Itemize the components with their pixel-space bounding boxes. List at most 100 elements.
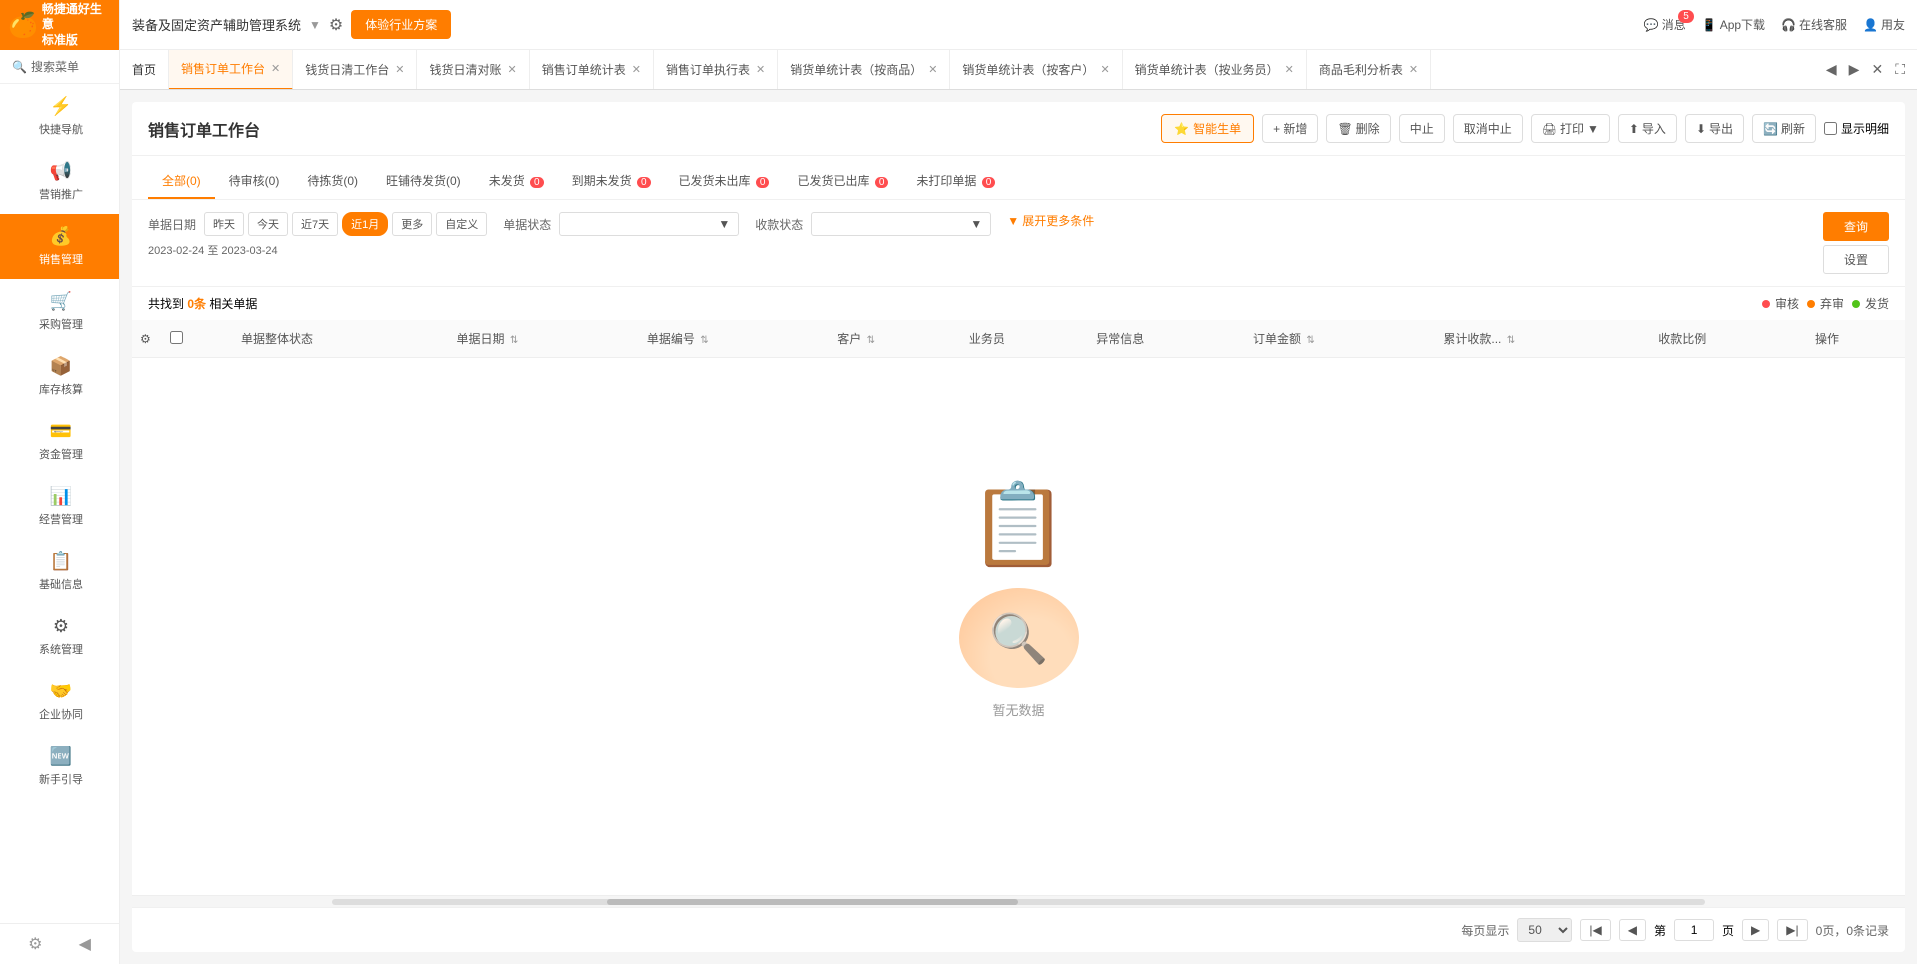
tab-close-icon[interactable]: ✕ (1100, 63, 1109, 76)
page-next-btn[interactable]: ▶ (1742, 919, 1769, 941)
tab-sale-product[interactable]: 销货单统计表（按商品） ✕ (778, 50, 950, 90)
sidebar-item-operations[interactable]: 📊 经营管理 (0, 474, 119, 539)
date-yesterday-btn[interactable]: 昨天 (204, 212, 244, 236)
date-more-btn[interactable]: 更多 (392, 212, 432, 236)
message-button[interactable]: 💬 消息 5 (1643, 16, 1685, 33)
sort-icon[interactable]: ⇅ (1306, 335, 1314, 346)
sort-icon[interactable]: ⇅ (510, 335, 518, 346)
ship-action-btn[interactable]: 发货 (1852, 295, 1889, 312)
tab-prev-btn[interactable]: ◀ (1822, 59, 1841, 80)
system-settings-icon[interactable]: ⚙ (329, 15, 343, 35)
sidebar-item-system[interactable]: ⚙ 系统管理 (0, 604, 119, 669)
tab-close-icon[interactable]: ✕ (508, 63, 517, 76)
filter-tab-shipped-out[interactable]: 已发货已出库 0 (783, 164, 902, 199)
sidebar-item-quick-nav[interactable]: ⚡ 快捷导航 (0, 84, 119, 149)
sidebar-collapse-btn[interactable]: ◀ (79, 934, 91, 954)
sort-icon[interactable]: ⇅ (1507, 335, 1515, 346)
filter-tab-wangpu[interactable]: 旺铺待发货(0) (372, 164, 475, 199)
tab-next-btn[interactable]: ▶ (1845, 59, 1864, 80)
query-button[interactable]: 查询 (1823, 212, 1889, 241)
date-last7-btn[interactable]: 近7天 (292, 212, 338, 236)
sort-icon[interactable]: ⇅ (867, 335, 875, 346)
sidebar-item-basic[interactable]: 📋 基础信息 (0, 539, 119, 604)
tab-close-icon[interactable]: ✕ (756, 63, 765, 76)
app-download-button[interactable]: 📱 App下载 (1702, 16, 1765, 33)
cancel-review-action-btn[interactable]: 弃审 (1807, 295, 1844, 312)
settings-button[interactable]: 设置 (1823, 245, 1889, 274)
refresh-button[interactable]: 🔄 刷新 (1752, 114, 1816, 143)
tab-close-icon[interactable]: ✕ (271, 62, 280, 75)
table-settings-icon[interactable]: ⚙ (140, 332, 151, 346)
sidebar-settings-btn[interactable]: ⚙ (28, 934, 42, 954)
page-first-btn[interactable]: |◀ (1580, 919, 1610, 941)
filter-tab-pending-pickup[interactable]: 待拣货(0) (293, 164, 372, 199)
tab-sale-customer[interactable]: 销货单统计表（按客户） ✕ (950, 50, 1122, 90)
sidebar-item-marketing[interactable]: 📢 营销推广 (0, 149, 119, 214)
payment-select[interactable]: ▼ (811, 212, 991, 236)
col-received[interactable]: 累计收款... ⇅ (1435, 320, 1650, 358)
expand-conditions-btn[interactable]: ▼ 展开更多条件 (1007, 212, 1094, 229)
tab-sales-order[interactable]: 销售订单工作台 ✕ (169, 50, 293, 90)
cancel-stop-button[interactable]: 取消中止 (1453, 114, 1523, 143)
stop-button[interactable]: 中止 (1399, 114, 1445, 143)
tab-close-icon[interactable]: ✕ (1285, 63, 1294, 76)
user-button[interactable]: 👤 用友 (1863, 16, 1905, 33)
col-number[interactable]: 单据编号 ⇅ (639, 320, 829, 358)
page-prev-btn[interactable]: ◀ (1619, 919, 1646, 941)
col-amount[interactable]: 订单金额 ⇅ (1245, 320, 1435, 358)
filter-tab-overdue[interactable]: 到期未发货 0 (558, 164, 665, 199)
tab-fullscreen-btn[interactable]: ⛶ (1891, 59, 1909, 80)
date-today-btn[interactable]: 今天 (248, 212, 288, 236)
status-select[interactable]: ▼ (559, 212, 739, 236)
online-support-button[interactable]: 🎧 在线客服 (1781, 16, 1847, 33)
scroll-thumb[interactable] (607, 899, 1019, 905)
tab-close-all-btn[interactable]: ✕ (1867, 59, 1887, 80)
filter-tab-shipped-not-out[interactable]: 已发货未出库 0 (665, 164, 784, 199)
sidebar-item-purchase[interactable]: 🛒 采购管理 (0, 279, 119, 344)
tab-close-icon[interactable]: ✕ (395, 63, 404, 76)
tab-sales-exec[interactable]: 销售订单执行表 ✕ (654, 50, 778, 90)
col-date[interactable]: 单据日期 ⇅ (449, 320, 639, 358)
sidebar-item-inventory[interactable]: 📦 库存核算 (0, 344, 119, 409)
sidebar-item-capital[interactable]: 💳 资金管理 (0, 409, 119, 474)
tab-sale-staff[interactable]: 销货单统计表（按业务员） ✕ (1123, 50, 1307, 90)
sidebar-item-cooperation[interactable]: 🤝 企业协同 (0, 669, 119, 734)
filter-tab-all[interactable]: 全部(0) (148, 164, 215, 199)
date-custom-btn[interactable]: 自定义 (436, 212, 487, 236)
filter-tab-not-shipped[interactable]: 未发货 0 (475, 164, 558, 199)
tab-close-icon[interactable]: ✕ (1409, 63, 1418, 76)
col-checkbox[interactable] (162, 320, 233, 358)
tab-close-icon[interactable]: ✕ (928, 63, 937, 76)
display-detail-checkbox[interactable] (1824, 122, 1837, 135)
delete-button[interactable]: 🗑 删除 (1326, 114, 1390, 143)
tab-product-profit[interactable]: 商品毛利分析表 ✕ (1307, 50, 1431, 90)
select-all-checkbox[interactable] (170, 331, 183, 344)
sidebar-item-guide[interactable]: 🆕 新手引导 (0, 734, 119, 799)
sidebar-item-sales[interactable]: 💰 销售管理 (0, 214, 119, 279)
export-button[interactable]: ⬇ 导出 (1685, 114, 1744, 143)
horizontal-scrollbar[interactable] (132, 895, 1905, 907)
trial-button[interactable]: 体验行业方案 (351, 10, 451, 39)
col-customer[interactable]: 客户 ⇅ (829, 320, 961, 358)
tab-home[interactable]: 首页 (120, 50, 169, 90)
tab-cash-reconcile[interactable]: 钱货日清对账 ✕ (417, 50, 529, 90)
tab-cash-daily[interactable]: 钱货日清工作台 ✕ (293, 50, 417, 90)
sidebar-search[interactable]: 🔍 搜索菜单 (0, 50, 119, 84)
tab-close-icon[interactable]: ✕ (632, 63, 641, 76)
tab-sales-stat[interactable]: 销售订单统计表 ✕ (530, 50, 654, 90)
page-last-btn[interactable]: ▶| (1777, 919, 1807, 941)
print-button[interactable]: 🖨 打印 ▼ (1531, 114, 1610, 143)
filter-tab-not-printed[interactable]: 未打印单据 0 (902, 164, 1009, 199)
filter-tab-pending-review[interactable]: 待审核(0) (215, 164, 294, 199)
page-size-select[interactable]: 10 20 50 100 (1517, 918, 1572, 942)
add-button[interactable]: + 新增 (1262, 114, 1318, 143)
page-number-input[interactable] (1674, 919, 1714, 941)
import-button[interactable]: ⬆ 导入 (1618, 114, 1677, 143)
smart-gen-button[interactable]: ⭐ 智能生单 (1161, 114, 1254, 143)
date-last1m-btn[interactable]: 近1月 (342, 212, 388, 236)
col-settings[interactable]: ⚙ (132, 320, 162, 358)
display-detail-toggle[interactable]: 显示明细 (1824, 120, 1889, 137)
sort-icon[interactable]: ⇅ (700, 335, 708, 346)
system-dropdown-icon[interactable]: ▼ (309, 18, 321, 32)
review-action-btn[interactable]: 审核 (1762, 295, 1799, 312)
